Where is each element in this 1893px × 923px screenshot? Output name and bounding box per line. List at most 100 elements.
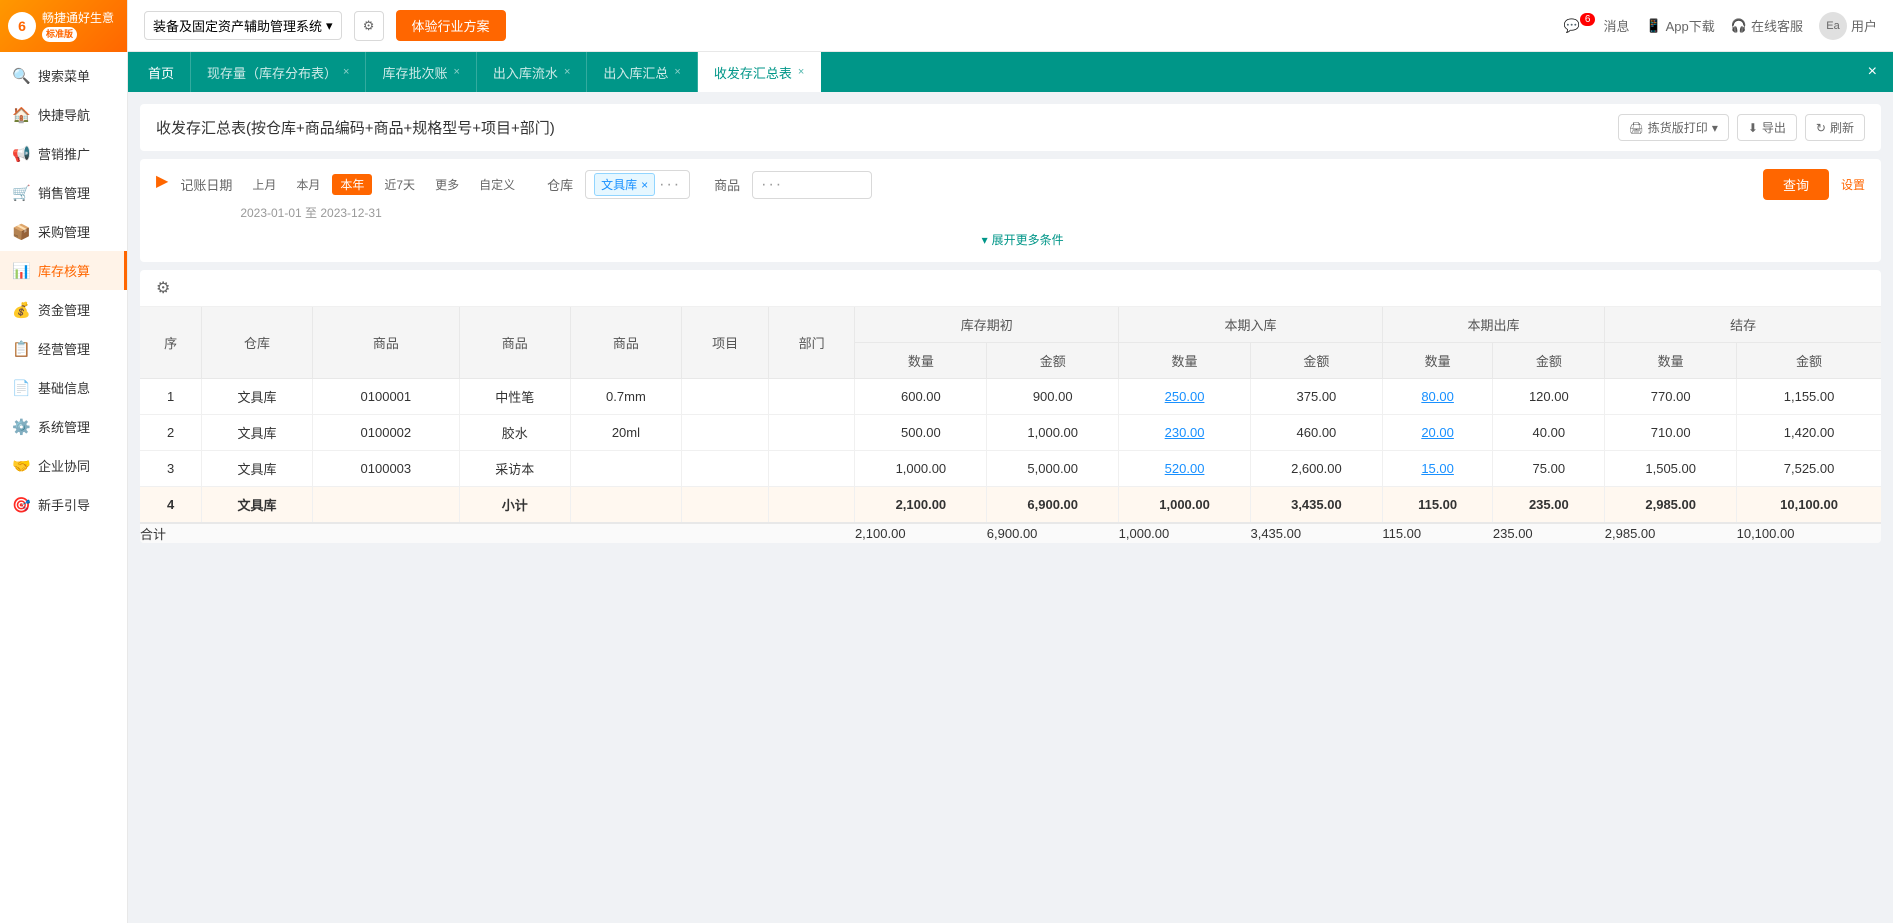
topbar-settings-button[interactable]: ⚙ <box>354 11 384 41</box>
cell-serial: 1 <box>140 379 202 415</box>
tab-batch-ledger-close[interactable]: × <box>453 66 459 78</box>
date-tab-this-month[interactable]: 本月 <box>288 174 328 195</box>
sidebar: 6 畅捷通好生意 标准版 🔍 搜索菜单 🏠 快捷导航 📢 营销推广 🛒 销售管理… <box>0 0 128 923</box>
tab-inout-summary[interactable]: 出入库汇总 × <box>587 52 697 92</box>
cell-in-qty[interactable]: 250.00 <box>1119 379 1251 415</box>
topbar-left: 装备及固定资产辅助管理系统 ▾ ⚙ 体验行业方案 <box>144 10 506 41</box>
sidebar-item-purchase[interactable]: 📦 采购管理 <box>0 212 127 251</box>
refresh-icon: ↻ <box>1816 121 1826 135</box>
tab-receive-send-summary-close[interactable]: × <box>798 66 804 78</box>
online-service-label: 在线客服 <box>1751 16 1803 35</box>
settings-link[interactable]: 设置 <box>1841 176 1865 193</box>
headset-icon: 🎧 <box>1731 18 1747 34</box>
sidebar-item-guide[interactable]: 🎯 新手引导 <box>0 485 127 524</box>
cell-warehouse: 文具库 <box>202 451 313 487</box>
cell-goods-code <box>312 487 459 524</box>
table-row: 2文具库0100002胶水20ml500.001,000.00230.00460… <box>140 415 1881 451</box>
cell-in-qty[interactable]: 230.00 <box>1119 415 1251 451</box>
goods-more-dots[interactable]: ··· <box>761 176 783 194</box>
date-tab-more[interactable]: 更多 <box>427 174 467 195</box>
notification-count: 6 <box>1580 13 1596 26</box>
sidebar-item-quick-nav[interactable]: 🏠 快捷导航 <box>0 95 127 134</box>
cell-balance-qty: 710.00 <box>1605 415 1737 451</box>
tab-inout-summary-close[interactable]: × <box>674 66 680 78</box>
cell-goods-spec: 20ml <box>570 415 682 451</box>
app-download-item[interactable]: 📱 App下载 <box>1645 16 1714 35</box>
sidebar-item-marketing[interactable]: 📢 营销推广 <box>0 134 127 173</box>
cell-out-qty[interactable]: 115.00 <box>1382 487 1493 524</box>
tab-home[interactable]: 首页 <box>132 52 191 92</box>
app-download-label: App下载 <box>1666 16 1715 35</box>
tab-inventory-dist[interactable]: 现存量（库存分布表） × <box>191 52 366 92</box>
tab-inout-flow-close[interactable]: × <box>564 66 570 78</box>
tab-inventory-dist-close[interactable]: × <box>343 66 349 78</box>
tab-receive-send-summary[interactable]: 收发存汇总表 × <box>698 52 821 92</box>
online-service-item[interactable]: 🎧 在线客服 <box>1731 16 1803 35</box>
th-out-qty: 数量 <box>1382 343 1493 379</box>
sidebar-item-operations-label: 经营管理 <box>38 339 90 358</box>
footer-label: 合计 <box>140 523 855 543</box>
home-icon: 🏠 <box>12 106 30 124</box>
sidebar-item-enterprise[interactable]: 🤝 企业协同 <box>0 446 127 485</box>
tab-inout-flow[interactable]: 出入库流水 × <box>477 52 587 92</box>
sidebar-item-inventory[interactable]: 📊 库存核算 <box>0 251 127 290</box>
sidebar-item-system[interactable]: ⚙️ 系统管理 <box>0 407 127 446</box>
cell-out-qty[interactable]: 80.00 <box>1382 379 1493 415</box>
cell-opening-amt: 5,000.00 <box>987 451 1119 487</box>
cell-out-qty[interactable]: 20.00 <box>1382 415 1493 451</box>
cell-serial: 2 <box>140 415 202 451</box>
refresh-button[interactable]: ↻ 刷新 <box>1805 114 1865 141</box>
cell-goods-code: 0100003 <box>312 451 459 487</box>
cell-dept <box>768 415 855 451</box>
footer-balance-amt: 10,100.00 <box>1737 523 1881 543</box>
warehouse-tag-remove[interactable]: × <box>641 178 648 192</box>
cell-in-qty[interactable]: 520.00 <box>1119 451 1251 487</box>
cell-opening-amt: 1,000.00 <box>987 415 1119 451</box>
sidebar-item-basic-info[interactable]: 📄 基础信息 <box>0 368 127 407</box>
footer-in-amt: 3,435.00 <box>1250 523 1382 543</box>
tab-inout-summary-label: 出入库汇总 <box>603 63 668 82</box>
sidebar-item-operations[interactable]: 📋 经营管理 <box>0 329 127 368</box>
sidebar-item-sales[interactable]: 🛒 销售管理 <box>0 173 127 212</box>
notification-item[interactable]: 💬 6 消息 <box>1564 16 1630 35</box>
cell-out-amt: 120.00 <box>1493 379 1605 415</box>
print-button[interactable]: 🖨 拣货版打印 ▾ <box>1618 114 1729 141</box>
system-selector[interactable]: 装备及固定资产辅助管理系统 ▾ <box>144 11 342 40</box>
export-button[interactable]: ⬇ 导出 <box>1737 114 1797 141</box>
user-item[interactable]: Ea 用户 <box>1819 12 1877 40</box>
date-tab-7days[interactable]: 近7天 <box>376 174 423 195</box>
cell-goods-name: 小计 <box>460 487 571 524</box>
th-warehouse: 仓库 <box>202 307 313 379</box>
tab-batch-ledger[interactable]: 库存批次账 × <box>366 52 476 92</box>
tabbar-close-all[interactable]: × <box>1856 63 1889 81</box>
th-opening-group: 库存期初 <box>855 307 1119 343</box>
cell-serial: 3 <box>140 451 202 487</box>
trial-button[interactable]: 体验行业方案 <box>396 10 506 41</box>
cell-balance-qty: 1,505.00 <box>1605 451 1737 487</box>
expand-conditions-button[interactable]: ▾ 展开更多条件 <box>978 227 1068 252</box>
date-tab-this-year[interactable]: 本年 <box>332 174 372 195</box>
sidebar-item-enterprise-label: 企业协同 <box>38 456 90 475</box>
query-button[interactable]: 查询 <box>1763 169 1829 200</box>
date-tab-last-month[interactable]: 上月 <box>244 174 284 195</box>
cell-in-qty[interactable]: 1,000.00 <box>1119 487 1251 524</box>
cell-out-amt: 40.00 <box>1493 415 1605 451</box>
table-settings-icon[interactable]: ⚙ <box>156 278 170 298</box>
cell-project <box>682 415 769 451</box>
cell-out-qty[interactable]: 15.00 <box>1382 451 1493 487</box>
table-footer: 合计 2,100.00 6,900.00 1,000.00 3,435.00 1… <box>140 523 1881 543</box>
sidebar-item-search-label: 搜索菜单 <box>38 66 90 85</box>
data-table-container: ⚙ 序 仓库 商品 商品 商品 项目 部门 库存期初 本期入库 本期出库 <box>140 270 1881 543</box>
warehouse-more-dots[interactable]: ··· <box>659 176 681 194</box>
warehouse-tag-label: 文具库 <box>601 176 637 193</box>
app-logo: 6 <box>8 12 36 40</box>
date-tab-custom[interactable]: 自定义 <box>471 174 523 195</box>
tab-inventory-dist-label: 现存量（库存分布表） <box>207 63 337 82</box>
cell-out-amt: 75.00 <box>1493 451 1605 487</box>
filter-collapse-arrow[interactable]: ▶ <box>156 171 168 191</box>
cell-in-amt: 3,435.00 <box>1250 487 1382 524</box>
sidebar-item-finance[interactable]: 💰 资金管理 <box>0 290 127 329</box>
th-opening-amt: 金额 <box>987 343 1119 379</box>
sidebar-item-search[interactable]: 🔍 搜索菜单 <box>0 56 127 95</box>
avatar-text: Ea <box>1826 20 1839 32</box>
